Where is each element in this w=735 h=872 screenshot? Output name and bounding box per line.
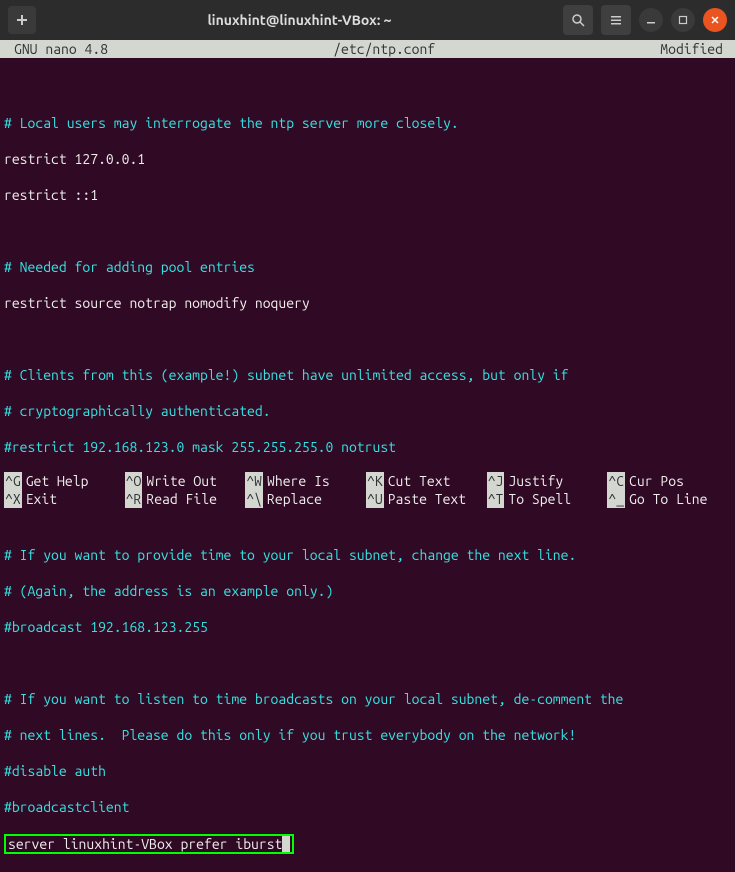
editor-line: # (Again, the address is an example only… bbox=[4, 582, 731, 600]
maximize-icon bbox=[678, 15, 688, 25]
editor-line: #restrict 192.168.123.0 mask 255.255.255… bbox=[4, 438, 731, 456]
nano-version: GNU nano 4.8 bbox=[6, 40, 108, 58]
hamburger-icon bbox=[609, 13, 623, 27]
editor-line: #broadcast 192.168.123.255 bbox=[4, 618, 731, 636]
editor-line: # If you want to listen to time broadcas… bbox=[4, 690, 731, 708]
editor-line: restrict ::1 bbox=[4, 186, 731, 204]
shortcut-write-out[interactable]: ^OWrite Out bbox=[125, 472, 246, 490]
editor-line: # Needed for adding pool entries bbox=[4, 258, 731, 276]
plus-icon bbox=[15, 13, 29, 27]
shortcut-go-to-line[interactable]: ^_Go To Line bbox=[607, 490, 728, 508]
shortcut-row: ^XExit ^RRead File ^\Replace ^UPaste Tex… bbox=[4, 490, 731, 508]
blank-line bbox=[4, 78, 731, 96]
nano-header: GNU nano 4.8 /etc/ntp.conf Modified bbox=[0, 40, 735, 58]
blank-line bbox=[4, 654, 731, 672]
blank-line bbox=[4, 222, 731, 240]
shortcut-to-spell[interactable]: ^TTo Spell bbox=[487, 490, 608, 508]
search-button[interactable] bbox=[563, 5, 593, 35]
minimize-icon bbox=[646, 15, 656, 25]
editor-area[interactable]: # Local users may interrogate the ntp se… bbox=[0, 58, 735, 872]
editor-line: # next lines. Please do this only if you… bbox=[4, 726, 731, 744]
close-button[interactable] bbox=[703, 8, 727, 32]
highlighted-line: server linuxhint-VBox prefer iburst bbox=[4, 834, 731, 854]
editor-line: # cryptographically authenticated. bbox=[4, 402, 731, 420]
shortcut-row: ^GGet Help ^OWrite Out ^WWhere Is ^KCut … bbox=[4, 472, 731, 490]
shortcut-justify[interactable]: ^JJustify bbox=[487, 472, 608, 490]
shortcut-where-is[interactable]: ^WWhere Is bbox=[245, 472, 366, 490]
editor-line: # Clients from this (example!) subnet ha… bbox=[4, 366, 731, 384]
editor-line: #disable auth bbox=[4, 762, 731, 780]
editor-line: restrict source notrap nomodify noquery bbox=[4, 294, 731, 312]
window-title: linuxhint@linuxhint-VBox: ~ bbox=[42, 12, 557, 28]
close-icon bbox=[710, 15, 720, 25]
nano-filename: /etc/ntp.conf bbox=[108, 40, 660, 58]
blank-line bbox=[4, 330, 731, 348]
nano-shortcuts: ^GGet Help ^OWrite Out ^WWhere Is ^KCut … bbox=[0, 472, 735, 508]
blank-line bbox=[4, 510, 731, 528]
new-tab-button[interactable] bbox=[8, 6, 36, 34]
shortcut-exit[interactable]: ^XExit bbox=[4, 490, 125, 508]
editor-line: #broadcastclient bbox=[4, 798, 731, 816]
shortcut-replace[interactable]: ^\Replace bbox=[245, 490, 366, 508]
titlebar: linuxhint@linuxhint-VBox: ~ bbox=[0, 0, 735, 40]
shortcut-read-file[interactable]: ^RRead File bbox=[125, 490, 246, 508]
minimize-button[interactable] bbox=[639, 8, 663, 32]
shortcut-cur-pos[interactable]: ^CCur Pos bbox=[607, 472, 728, 490]
editor-line: # If you want to provide time to your lo… bbox=[4, 546, 731, 564]
nano-status: Modified bbox=[660, 40, 729, 58]
editor-line: server linuxhint-VBox prefer iburst bbox=[8, 836, 282, 852]
shortcut-get-help[interactable]: ^GGet Help bbox=[4, 472, 125, 490]
menu-button[interactable] bbox=[601, 5, 631, 35]
text-cursor bbox=[282, 836, 290, 852]
editor-line: restrict 127.0.0.1 bbox=[4, 150, 731, 168]
maximize-button[interactable] bbox=[671, 8, 695, 32]
search-icon bbox=[571, 13, 585, 27]
editor-line: # Local users may interrogate the ntp se… bbox=[4, 114, 731, 132]
shortcut-cut-text[interactable]: ^KCut Text bbox=[366, 472, 487, 490]
shortcut-paste-text[interactable]: ^UPaste Text bbox=[366, 490, 487, 508]
